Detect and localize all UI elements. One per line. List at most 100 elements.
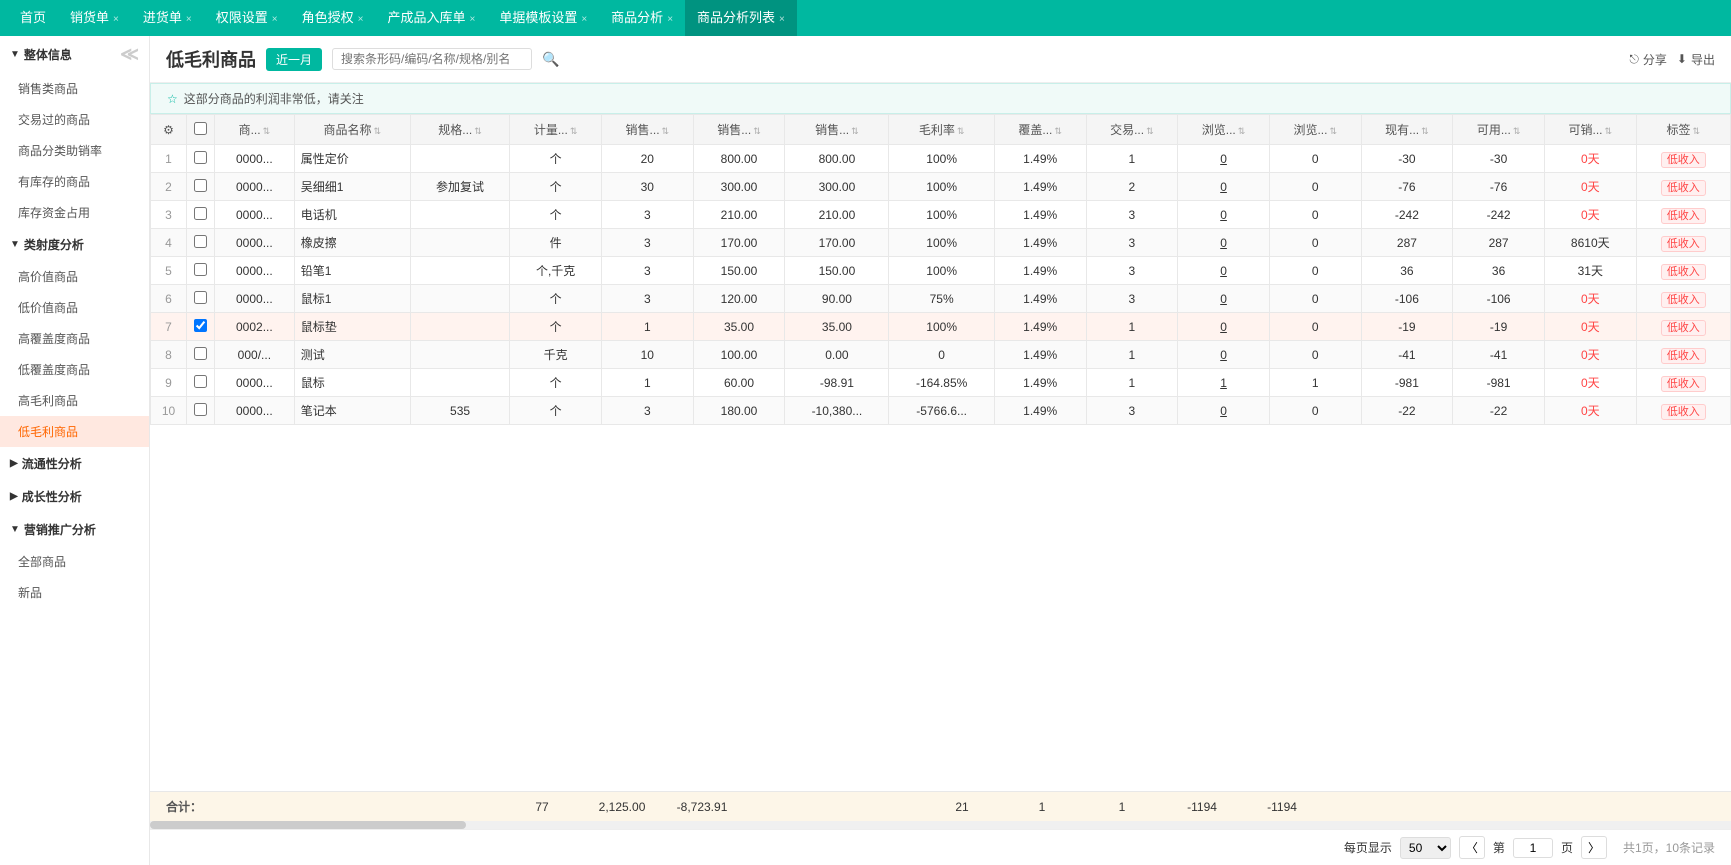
nav-item-sales[interactable]: 销货单× [58, 0, 131, 36]
row-checkbox-input[interactable] [194, 207, 207, 220]
export-button[interactable]: ⬇ 导出 [1677, 51, 1715, 68]
row-checkbox-input[interactable] [194, 375, 207, 388]
row-num: 2 [151, 173, 187, 201]
row-name: 测试 [294, 341, 410, 369]
sidebar-group-overview[interactable]: ▼ 整体信息 ≪ [0, 36, 149, 73]
row-checkbox-input[interactable] [194, 403, 207, 416]
row-view1[interactable]: 0 [1178, 285, 1270, 313]
row-view1[interactable]: 1 [1178, 369, 1270, 397]
sidebar-item-low-value[interactable]: 低价值商品 [0, 292, 149, 323]
row-trade: 2 [1086, 173, 1178, 201]
next-page-button[interactable]: 〉 [1581, 836, 1607, 859]
sidebar-item-high-coverage[interactable]: 高覆盖度商品 [0, 323, 149, 354]
sidebar-item-new-goods[interactable]: 新品 [0, 577, 149, 608]
sidebar-group-liquidity[interactable]: ▶ 流通性分析 [0, 447, 149, 480]
row-checkbox[interactable] [187, 229, 215, 257]
row-sale-price: 170.00 [693, 229, 785, 257]
col-code: 商...⇅ [215, 115, 295, 145]
sidebar-item-low-coverage[interactable]: 低覆盖度商品 [0, 354, 149, 385]
col-checkbox[interactable] [187, 115, 215, 145]
tag-badge: 低收入 [1661, 180, 1706, 196]
row-view1[interactable]: 0 [1178, 341, 1270, 369]
nav-close-permission[interactable]: × [272, 14, 278, 25]
sidebar-item-category-rate[interactable]: 商品分类助销率 [0, 135, 149, 166]
horizontal-scrollbar[interactable] [150, 821, 1731, 829]
sidebar-item-high-profit[interactable]: 高毛利商品 [0, 385, 149, 416]
col-spec: 规格...⇅ [410, 115, 509, 145]
sidebar-group-analysis[interactable]: ▼ 类射度分析 [0, 228, 149, 261]
time-filter-button[interactable]: 近一月 [266, 48, 322, 71]
total-view1: 1 [1002, 800, 1082, 814]
row-checkbox[interactable] [187, 285, 215, 313]
row-checkbox[interactable] [187, 313, 215, 341]
sidebar-item-capital[interactable]: 库存资金占用 [0, 197, 149, 228]
row-view1[interactable]: 0 [1178, 229, 1270, 257]
sidebar-item-sales-goods[interactable]: 销售类商品 [0, 73, 149, 104]
col-settings[interactable]: ⚙ [151, 115, 187, 145]
row-coverage: 1.49% [994, 257, 1086, 285]
nav-close-product-in[interactable]: × [469, 14, 475, 25]
share-button[interactable]: ⎋ 分享 [1629, 51, 1667, 68]
arrow-icon-marketing: ▼ [10, 524, 20, 535]
nav-close-template[interactable]: × [581, 14, 587, 25]
nav-item-product-in[interactable]: 产成品入库单× [375, 0, 487, 36]
row-view1[interactable]: 0 [1178, 145, 1270, 173]
row-view1[interactable]: 0 [1178, 173, 1270, 201]
collapse-icon[interactable]: ≪ [120, 44, 139, 65]
row-checkbox-input[interactable] [194, 347, 207, 360]
search-input[interactable] [332, 48, 532, 70]
row-name: 属性定价 [294, 145, 410, 173]
row-checkbox[interactable] [187, 145, 215, 173]
row-name: 电话机 [294, 201, 410, 229]
row-checkbox[interactable] [187, 257, 215, 285]
row-gross-rate: 100% [889, 173, 994, 201]
nav-item-product-analysis[interactable]: 商品分析× [599, 0, 685, 36]
nav-item-product-analysis-list[interactable]: 商品分析列表× [685, 0, 797, 36]
sidebar-group-growth[interactable]: ▶ 成长性分析 [0, 480, 149, 513]
search-button[interactable]: 🔍 [542, 51, 559, 68]
select-all-checkbox[interactable] [194, 122, 207, 135]
nav-item-permission[interactable]: 权限设置× [204, 0, 290, 36]
row-view1[interactable]: 0 [1178, 257, 1270, 285]
scrollbar-thumb[interactable] [150, 821, 466, 829]
nav-item-template[interactable]: 单据模板设置× [487, 0, 599, 36]
nav-item-role[interactable]: 角色授权× [290, 0, 376, 36]
nav-close-purchase[interactable]: × [186, 14, 192, 25]
nav-item-home[interactable]: 首页 [8, 0, 58, 36]
row-saleable: 0天 [1544, 369, 1636, 397]
sidebar-group-marketing[interactable]: ▼ 营销推广分析 [0, 513, 149, 546]
sidebar-item-high-value[interactable]: 高价值商品 [0, 261, 149, 292]
row-name: 鼠标1 [294, 285, 410, 313]
row-checkbox[interactable] [187, 369, 215, 397]
row-checkbox-input[interactable] [194, 319, 207, 332]
row-view1[interactable]: 0 [1178, 201, 1270, 229]
row-num: 7 [151, 313, 187, 341]
nav-close-product-analysis[interactable]: × [667, 14, 673, 25]
sidebar-item-all-goods[interactable]: 全部商品 [0, 546, 149, 577]
per-page-select[interactable]: 50 20 100 [1400, 837, 1451, 859]
prev-page-button[interactable]: 〈 [1459, 836, 1485, 859]
nav-close-role[interactable]: × [358, 14, 364, 25]
nav-close-sales[interactable]: × [113, 14, 119, 25]
row-saleable: 8610天 [1544, 229, 1636, 257]
row-checkbox[interactable] [187, 341, 215, 369]
row-sale-price: 180.00 [693, 397, 785, 425]
row-code: 0000... [215, 145, 295, 173]
sidebar-item-traded-goods[interactable]: 交易过的商品 [0, 104, 149, 135]
sidebar-item-in-stock[interactable]: 有库存的商品 [0, 166, 149, 197]
row-checkbox[interactable] [187, 201, 215, 229]
row-current-stock: 287 [1361, 229, 1453, 257]
nav-close-product-analysis-list[interactable]: × [779, 14, 785, 25]
page-input[interactable] [1513, 838, 1553, 858]
row-checkbox[interactable] [187, 173, 215, 201]
row-checkbox-input[interactable] [194, 179, 207, 192]
row-checkbox-input[interactable] [194, 263, 207, 276]
nav-item-purchase[interactable]: 进货单× [131, 0, 204, 36]
row-checkbox[interactable] [187, 397, 215, 425]
row-view1[interactable]: 0 [1178, 397, 1270, 425]
row-checkbox-input[interactable] [194, 291, 207, 304]
row-checkbox-input[interactable] [194, 235, 207, 248]
row-checkbox-input[interactable] [194, 151, 207, 164]
row-view1[interactable]: 0 [1178, 313, 1270, 341]
sidebar-item-low-profit[interactable]: 低毛利商品 [0, 416, 149, 447]
